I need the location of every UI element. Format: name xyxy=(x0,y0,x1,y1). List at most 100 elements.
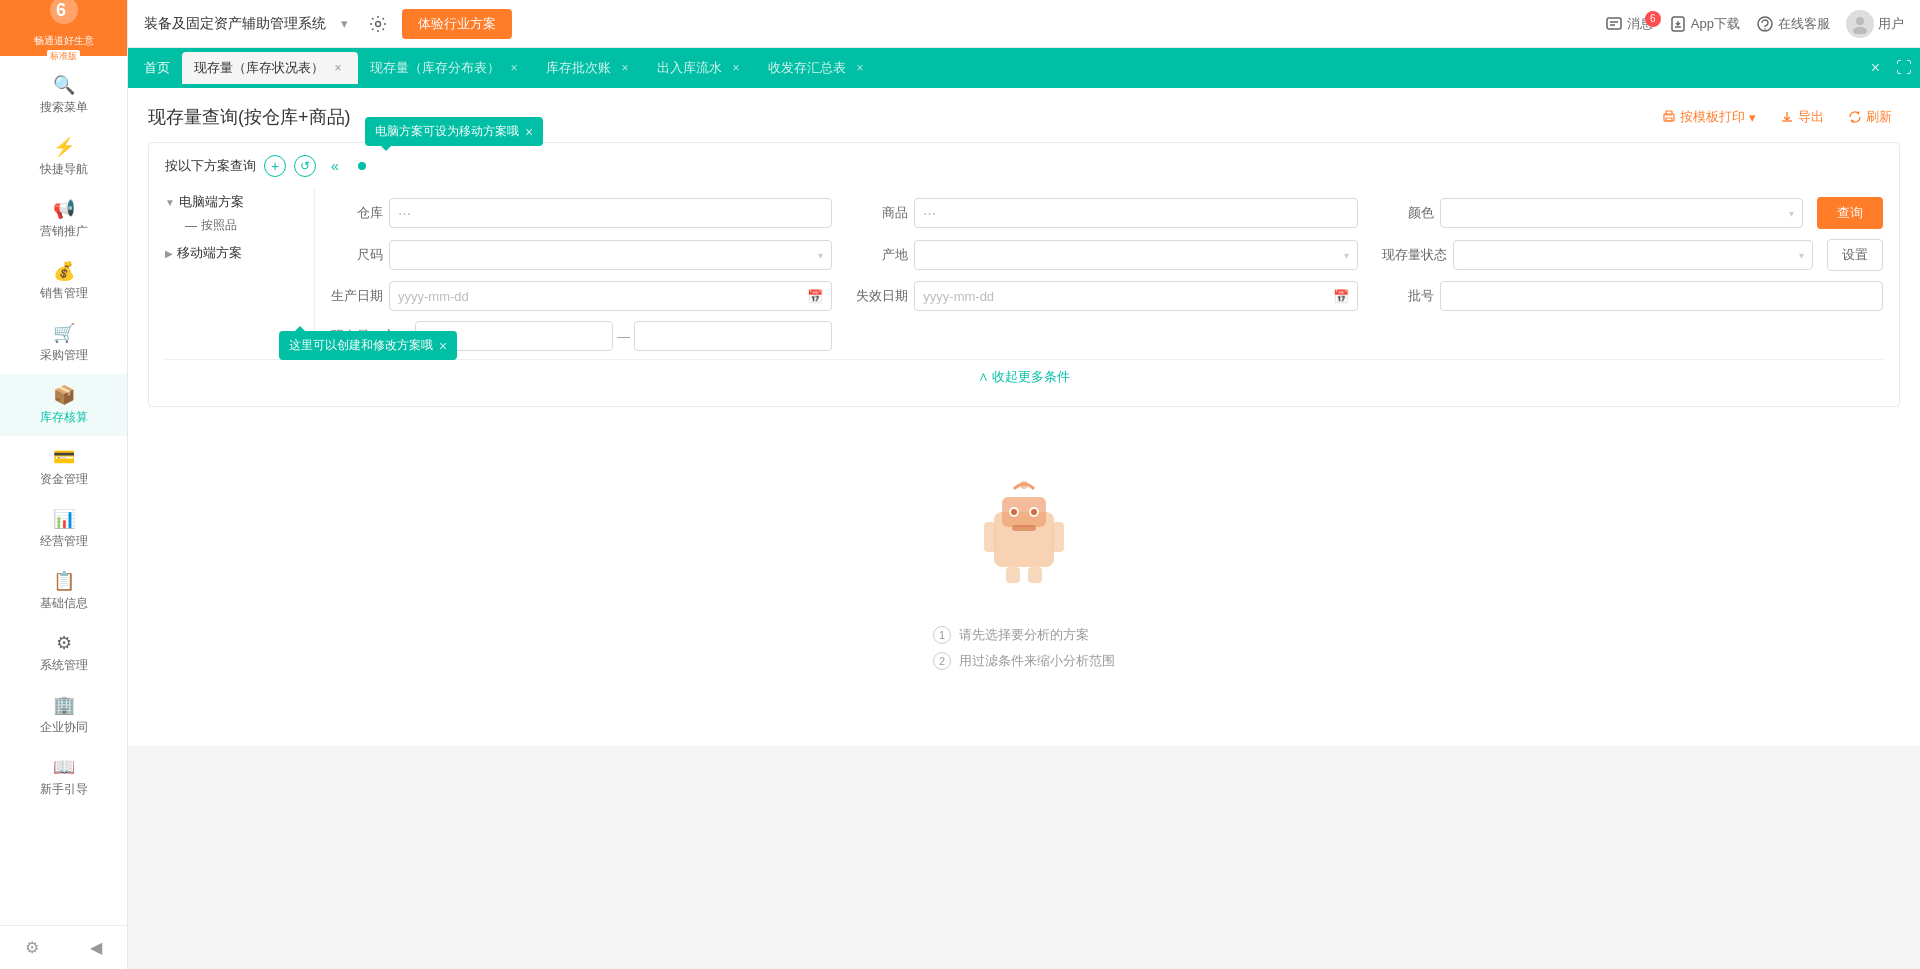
tab-close-receive-summary[interactable]: × xyxy=(852,60,868,76)
tab-receive-summary[interactable]: 收发存汇总表 × xyxy=(756,52,880,84)
filter-section: 按以下方案查询 + ↺ « 电脑方案可设为移动方案哦 × xyxy=(148,142,1900,407)
settings-action-btn[interactable]: 设置 xyxy=(1827,239,1883,271)
sidebar-item-quick-nav[interactable]: ⚡ 快捷导航 xyxy=(0,126,127,188)
sidebar-item-search[interactable]: 🔍 搜索菜单 xyxy=(0,64,127,126)
sidebar-settings-btn[interactable]: ⚙ xyxy=(25,938,39,957)
scheme-mobile-label: 移动端方案 xyxy=(177,244,242,262)
empty-illustration xyxy=(964,467,1084,606)
size-input[interactable]: ▾ xyxy=(389,240,832,270)
filter-batch-no-cell: 批号 xyxy=(1382,281,1883,311)
sidebar-collapse-btn[interactable]: ◀ xyxy=(90,938,102,957)
export-label: 导出 xyxy=(1798,108,1824,126)
sidebar-item-purchase[interactable]: 🛒 采购管理 xyxy=(0,312,127,374)
scheme-tree: ▼ 电脑端方案 — 按照品 ▶ 移动端方案 xyxy=(165,189,315,351)
header-settings-btn[interactable] xyxy=(362,8,394,40)
color-input[interactable]: ▾ xyxy=(1440,198,1803,228)
warehouse-input[interactable]: ⋯ xyxy=(389,198,832,228)
filter-warehouse-cell: 仓库 ⋯ xyxy=(331,197,832,229)
tab-home[interactable]: 首页 xyxy=(132,52,182,84)
sidebar-item-inventory[interactable]: 📦 库存核算 xyxy=(0,374,127,436)
filter-add-btn[interactable]: + xyxy=(264,155,286,177)
stock-main-to[interactable] xyxy=(634,321,832,351)
goods-input[interactable]: ⋯ xyxy=(914,198,1357,228)
sidebar-item-system[interactable]: ⚙ 系统管理 xyxy=(0,622,127,684)
scheme-desktop-sub-label: 按照品 xyxy=(201,217,237,234)
stock-main-range: — xyxy=(415,321,832,351)
tab-close-inventory-status[interactable]: × xyxy=(330,60,346,76)
tip-text-1: 请先选择要分析的方案 xyxy=(959,626,1089,644)
online-service-btn[interactable]: 在线客服 xyxy=(1756,15,1830,33)
search-btn[interactable]: 查询 xyxy=(1817,197,1883,229)
system-dropdown-btn[interactable]: ▾ xyxy=(334,14,354,34)
origin-input[interactable]: ▾ xyxy=(914,240,1357,270)
tooltip2-close-btn[interactable]: × xyxy=(439,338,447,354)
tab-inventory-status[interactable]: 现存量（库存状况表） × xyxy=(182,52,358,84)
building-icon: 🏢 xyxy=(53,694,75,716)
svg-rect-10 xyxy=(1666,111,1672,115)
scheme-desktop-label: 电脑端方案 xyxy=(179,193,244,211)
stock-status-input[interactable]: ▾ xyxy=(1453,240,1813,270)
sidebar-item-label: 库存核算 xyxy=(40,409,88,426)
tab-close-all-icon[interactable]: × xyxy=(1867,55,1884,81)
svg-point-7 xyxy=(1856,17,1864,25)
filter-label: 按以下方案查询 xyxy=(165,157,256,175)
tab-fullscreen-icon[interactable]: ⛶ xyxy=(1892,55,1916,81)
message-badge: 6 xyxy=(1645,11,1661,27)
scheme-mobile[interactable]: ▶ 移动端方案 xyxy=(165,240,302,266)
sidebar-item-sales[interactable]: 💰 销售管理 xyxy=(0,250,127,312)
range-separator: — xyxy=(617,329,630,344)
user-menu[interactable]: 用户 xyxy=(1846,10,1904,38)
tab-batch-ledger[interactable]: 库存批次账 × xyxy=(534,52,645,84)
production-date-calendar-icon[interactable]: 📅 xyxy=(807,289,823,304)
tab-close-in-out-flow[interactable]: × xyxy=(728,60,744,76)
experience-btn[interactable]: 体验行业方案 xyxy=(402,9,512,39)
svg-point-23 xyxy=(1020,481,1028,489)
production-date-label: 生产日期 xyxy=(331,287,383,305)
tab-receive-summary-label: 收发存汇总表 xyxy=(768,59,846,77)
tooltip1-close-btn[interactable]: × xyxy=(525,124,533,140)
refresh-btn[interactable]: 刷新 xyxy=(1840,104,1900,130)
print-btn[interactable]: 按模板打印 ▾ xyxy=(1654,104,1764,130)
tab-in-out-flow[interactable]: 出入库流水 × xyxy=(645,52,756,84)
sidebar-item-management[interactable]: 📊 经营管理 xyxy=(0,498,127,560)
user-avatar xyxy=(1846,10,1874,38)
svg-point-16 xyxy=(1011,509,1017,515)
logo-text: 畅通道好生意 xyxy=(34,34,94,48)
top-header: 装备及固定资产辅助管理系统 ▾ 体验行业方案 6 消息 App下载 在线客服 xyxy=(128,0,1920,48)
empty-tips: 1 请先选择要分析的方案 2 用过滤条件来缩小分析范围 xyxy=(933,626,1115,670)
sidebar-item-label: 基础信息 xyxy=(40,595,88,612)
sidebar-item-guide[interactable]: 📖 新手引导 xyxy=(0,746,127,808)
production-date-input[interactable]: yyyy-mm-dd 📅 xyxy=(389,281,832,311)
export-btn[interactable]: 导出 xyxy=(1772,104,1832,130)
expiry-date-input[interactable]: yyyy-mm-dd 📅 xyxy=(914,281,1357,311)
expiry-date-calendar-icon[interactable]: 📅 xyxy=(1333,289,1349,304)
tab-inventory-dist[interactable]: 现存量（库存分布表） × xyxy=(358,52,534,84)
print-label: 按模板打印 xyxy=(1680,108,1745,126)
sidebar-item-enterprise[interactable]: 🏢 企业协同 xyxy=(0,684,127,746)
batch-no-input[interactable] xyxy=(1440,281,1883,311)
cart-icon: 🛒 xyxy=(53,322,75,344)
filter-refresh-btn[interactable]: ↺ xyxy=(294,155,316,177)
app-download-btn[interactable]: App下载 xyxy=(1669,15,1740,33)
sidebar-item-marketing[interactable]: 📢 营销推广 xyxy=(0,188,127,250)
tab-close-batch-ledger[interactable]: × xyxy=(617,60,633,76)
svg-rect-18 xyxy=(1012,525,1036,531)
mobile-arrow: ▶ xyxy=(165,248,173,259)
tab-close-inventory-dist[interactable]: × xyxy=(506,60,522,76)
message-btn[interactable]: 6 消息 xyxy=(1605,15,1653,33)
tooltip2-text: 这里可以创建和修改方案哦 xyxy=(289,337,433,354)
page-body: 现存量查询(按仓库+商品) 按模板打印 ▾ 导出 刷新 xyxy=(128,88,1920,969)
filter-arrow-btn[interactable]: « xyxy=(324,155,346,177)
empty-tip-1: 1 请先选择要分析的方案 xyxy=(933,626,1115,644)
collapse-bar[interactable]: ∧ 收起更多条件 xyxy=(165,359,1883,394)
box-icon: 📦 xyxy=(53,384,75,406)
origin-label: 产地 xyxy=(856,246,908,264)
sidebar-item-label: 销售管理 xyxy=(40,285,88,302)
user-label: 用户 xyxy=(1878,15,1904,33)
sidebar-item-basic-info[interactable]: 📋 基础信息 xyxy=(0,560,127,622)
scheme-desktop-sub[interactable]: — 按照品 xyxy=(165,215,302,236)
sidebar-item-finance[interactable]: 💳 资金管理 xyxy=(0,436,127,498)
scheme-desktop[interactable]: ▼ 电脑端方案 xyxy=(165,189,302,215)
filter-expiry-date-cell: 失效日期 yyyy-mm-dd 📅 xyxy=(856,281,1357,311)
filter-row-2: 尺码 ▾ 产地 ▾ xyxy=(331,239,1883,271)
